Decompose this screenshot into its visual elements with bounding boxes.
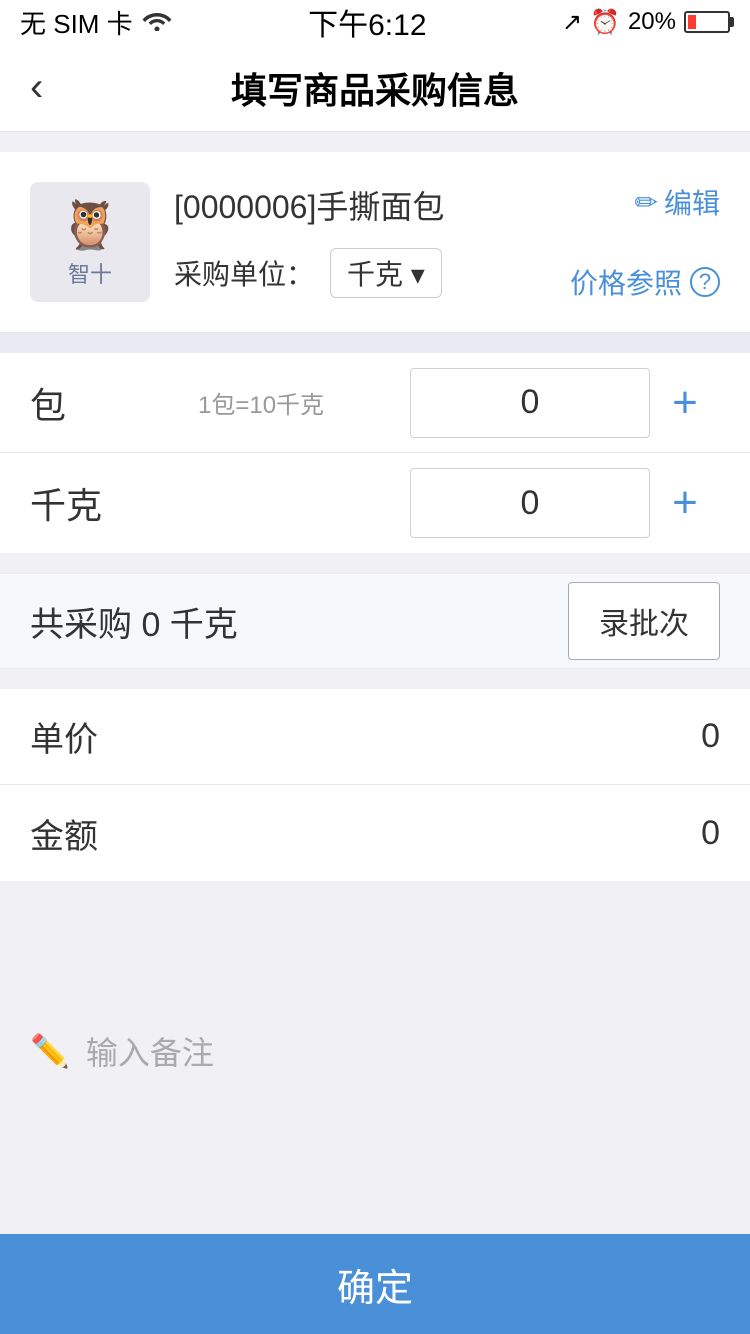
unit-price-row: 单价 0 <box>0 689 750 785</box>
kg-row: 千克 + <box>0 453 750 553</box>
status-right: ↗ ⏰ 20% <box>562 8 730 37</box>
unit-select[interactable]: 千克 ▾ <box>330 248 442 298</box>
summary-text: 共采购 0 千克 <box>30 597 238 646</box>
back-button[interactable]: ‹ <box>30 65 43 110</box>
remark-placeholder: 输入备注 <box>86 1028 214 1074</box>
kg-label: 千克 <box>30 477 190 529</box>
edit-icon: ✏ <box>635 186 658 219</box>
product-thumbnail: 🦉 智十 <box>30 182 150 302</box>
alarm-icon: ⏰ <box>590 8 620 37</box>
kg-input[interactable] <box>410 468 650 538</box>
bao-label: 包 <box>30 377 190 429</box>
product-card: 🦉 智十 [0000006]手撕面包 采购单位： 千克 ▾ ✏ 编辑 价格参照 … <box>0 152 750 333</box>
batch-button[interactable]: 录批次 <box>568 582 720 660</box>
price-section: 单价 0 金额 0 <box>0 689 750 881</box>
plus-icon-2: + <box>672 481 698 525</box>
help-icon: ? <box>690 267 720 297</box>
input-section: 包 1包=10千克 + 千克 + <box>0 353 750 553</box>
price-ref-button[interactable]: 价格参照 ? <box>570 262 720 302</box>
owl-icon: 🦉 <box>60 196 120 253</box>
amount-value: 0 <box>701 814 720 853</box>
amount-row: 金额 0 <box>0 785 750 881</box>
amount-label: 金额 <box>30 809 98 858</box>
bao-input[interactable] <box>410 368 650 438</box>
bao-row: 包 1包=10千克 + <box>0 353 750 453</box>
wifi-icon <box>141 7 173 38</box>
battery-percentage: 20% <box>628 8 676 36</box>
plus-icon: + <box>672 381 698 425</box>
remark-section[interactable]: ✏️ 输入备注 <box>0 901 750 1201</box>
edit-button[interactable]: ✏ 编辑 <box>635 182 720 222</box>
status-left: 无 SIM 卡 <box>20 4 173 41</box>
bao-sublabel: 1包=10千克 <box>198 385 324 420</box>
product-code: [0000006] <box>174 189 316 225</box>
unit-label: 采购单位： <box>174 253 314 293</box>
brand-label: 智十 <box>68 257 112 289</box>
unit-price-label: 单价 <box>30 712 98 761</box>
kg-plus-button[interactable]: + <box>650 468 720 538</box>
status-bar: 无 SIM 卡 下午6:12 ↗ ⏰ 20% <box>0 0 750 44</box>
network-status: 无 SIM 卡 <box>20 4 133 41</box>
location-icon: ↗ <box>562 8 582 37</box>
section-separator <box>0 333 750 353</box>
summary-row: 共采购 0 千克 录批次 <box>0 573 750 669</box>
status-time: 下午6:12 <box>308 0 426 44</box>
confirm-button[interactable]: 确定 <box>0 1234 750 1334</box>
page-title: 填写商品采购信息 <box>231 62 519 114</box>
pencil-icon: ✏️ <box>30 1032 70 1070</box>
nav-bar: ‹ 填写商品采购信息 <box>0 44 750 132</box>
unit-price-value: 0 <box>701 717 720 756</box>
bao-plus-button[interactable]: + <box>650 368 720 438</box>
battery-icon <box>684 11 730 33</box>
